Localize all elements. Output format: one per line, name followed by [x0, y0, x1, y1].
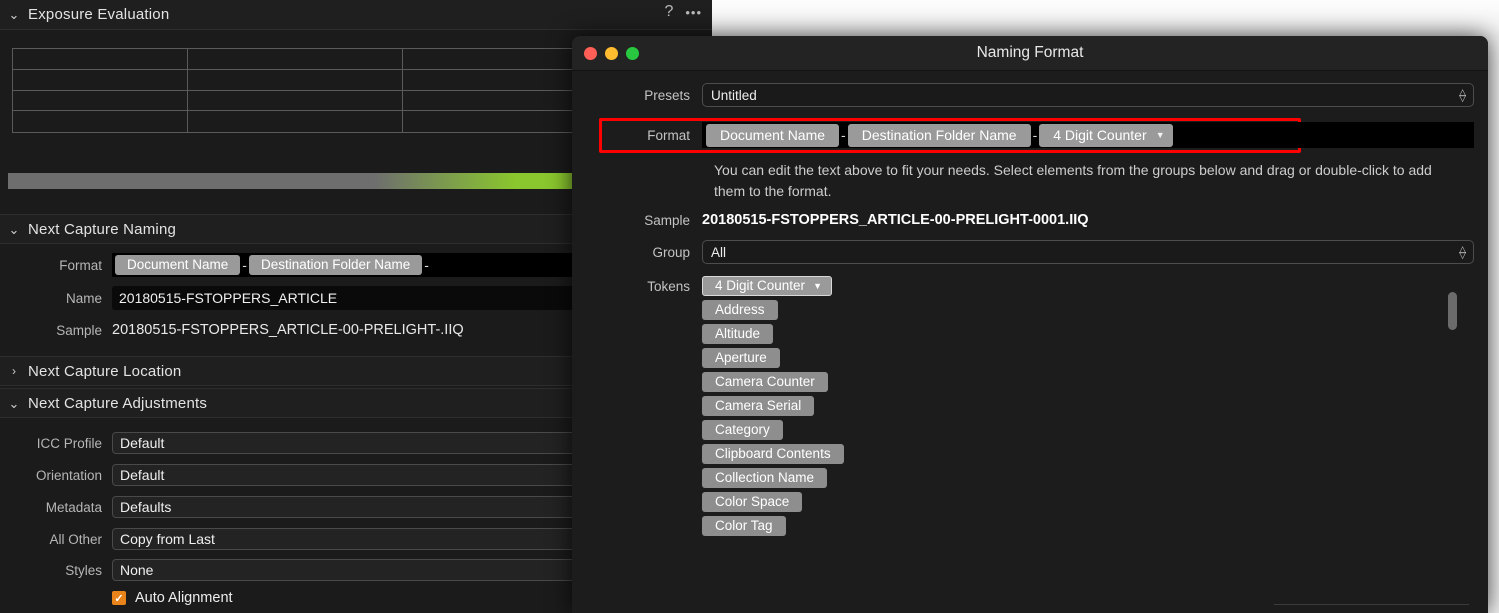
- naming-format-dialog: Naming Format Presets Untitled △ ▽ Format…: [572, 36, 1488, 613]
- sample-row: Sample 20180515-FSTOPPERS_ARTICLE-00-PRE…: [572, 212, 1488, 228]
- token-item[interactable]: Collection Name: [702, 468, 828, 488]
- format-separator: -: [424, 257, 429, 273]
- token-item[interactable]: Clipboard Contents: [702, 444, 844, 464]
- token-item-label: Color Space: [715, 494, 790, 509]
- token-item-label: Camera Serial: [715, 398, 802, 413]
- presets-row: Presets Untitled △ ▽: [572, 83, 1488, 107]
- auto-alignment-checkbox[interactable]: ✓: [112, 591, 126, 605]
- tokens-scrollbar-thumb[interactable]: [1448, 292, 1457, 330]
- section-title: Next Capture Location: [28, 362, 182, 380]
- token-item[interactable]: Category: [702, 420, 783, 440]
- format-separator: -: [841, 127, 846, 143]
- group-label: Group: [652, 244, 690, 260]
- format-separator: -: [1032, 127, 1038, 143]
- format-token-destination-folder-name[interactable]: Destination Folder Name: [847, 123, 1031, 147]
- token-item[interactable]: 4 Digit Counter ▼: [702, 276, 833, 296]
- chevron-down-icon: ⌄: [8, 7, 20, 22]
- auto-alignment-label: Auto Alignment: [135, 590, 233, 606]
- all-other-label: All Other: [49, 531, 102, 547]
- sample-value: 20180515-FSTOPPERS_ARTICLE-00-PRELIGHT-0…: [702, 212, 1089, 228]
- token-item[interactable]: Address: [702, 300, 778, 320]
- styles-label: Styles: [65, 562, 102, 578]
- token-item-label: Aperture: [715, 350, 767, 365]
- tokens-row: Tokens 4 Digit Counter ▼ Address Altitude Ap…: [572, 276, 1488, 536]
- token-item-label: Address: [715, 302, 765, 317]
- format-token-document-name[interactable]: Document Name: [706, 123, 840, 147]
- format-help-text: You can edit the text above to fit your …: [714, 162, 1432, 199]
- dialog-title: Naming Format: [976, 44, 1084, 61]
- token-item-label: Color Tag: [715, 518, 773, 533]
- format-token-document-name[interactable]: Document Name: [115, 255, 241, 275]
- icc-profile-label: ICC Profile: [36, 435, 102, 451]
- token-item-label: Camera Counter: [715, 374, 815, 389]
- token-item-label: Clipboard Contents: [715, 446, 831, 461]
- panel-header-icons: ? •••: [664, 3, 702, 21]
- tokens-label: Tokens: [647, 279, 690, 294]
- group-select[interactable]: All △ ▽: [702, 240, 1474, 264]
- token-item-label: Altitude: [715, 326, 761, 341]
- token-item[interactable]: Color Space: [702, 492, 803, 512]
- format-label: Format: [647, 127, 690, 143]
- section-title: Next Capture Adjustments: [28, 394, 208, 412]
- chevron-down-icon: ⌄: [8, 221, 20, 237]
- group-value: All: [711, 244, 727, 260]
- orientation-label: Orientation: [35, 467, 102, 483]
- metadata-label: Metadata: [45, 499, 102, 515]
- more-options-icon[interactable]: •••: [685, 5, 702, 20]
- chevron-down-icon[interactable]: ▼: [1156, 130, 1165, 140]
- format-row: Format Document Name - Destination Folde…: [572, 122, 1488, 148]
- chevron-right-icon: ›: [12, 364, 16, 378]
- token-item-label: Collection Name: [715, 470, 815, 485]
- screen: ⌄ Exposure Evaluation ? ••• ⌄ Next Captu…: [0, 0, 1499, 613]
- format-token-label: 4 Digit Counter: [1053, 126, 1147, 143]
- presets-select[interactable]: Untitled △ ▽: [702, 83, 1474, 107]
- token-item[interactable]: Altitude: [702, 324, 774, 344]
- presets-label: Presets: [644, 87, 690, 103]
- section-title: Exposure Evaluation: [28, 6, 170, 23]
- format-token-destination-folder-name[interactable]: Destination Folder Name: [248, 255, 423, 275]
- stepper-icon[interactable]: △ ▽: [1459, 245, 1466, 260]
- format-editor[interactable]: Document Name - Destination Folder Name …: [702, 122, 1474, 148]
- chevron-down-icon[interactable]: ▼: [813, 281, 822, 291]
- tokens-scrollbar[interactable]: [1448, 284, 1457, 574]
- naming-sample-value: 20180515-FSTOPPERS_ARTICLE-00-PRELIGHT-.…: [112, 322, 464, 338]
- token-item[interactable]: Camera Serial: [702, 396, 815, 416]
- token-item[interactable]: Aperture: [702, 348, 780, 368]
- section-header-exposure-evaluation[interactable]: ⌄ Exposure Evaluation: [0, 0, 712, 30]
- chevron-down-icon: ⌄: [8, 395, 20, 411]
- background-window-top: [712, 0, 1499, 38]
- sample-label: Sample: [644, 212, 690, 228]
- token-item-label: Category: [715, 422, 770, 437]
- section-title: Next Capture Naming: [28, 220, 177, 238]
- token-item-label: 4 Digit Counter: [715, 278, 806, 293]
- dialog-titlebar[interactable]: Naming Format: [572, 36, 1488, 71]
- format-token-4-digit-counter[interactable]: 4 Digit Counter ▼: [1039, 123, 1173, 147]
- naming-name-label: Name: [65, 290, 102, 306]
- token-item[interactable]: Color Tag: [702, 516, 786, 536]
- stepper-icon[interactable]: △ ▽: [1459, 88, 1466, 103]
- token-item[interactable]: Camera Counter: [702, 372, 828, 392]
- tokens-list: 4 Digit Counter ▼ Address Altitude Aperture C…: [702, 276, 1474, 536]
- format-separator: -: [242, 257, 247, 273]
- tokens-list-divider: [1274, 604, 1469, 605]
- naming-format-label: Format: [59, 257, 102, 273]
- group-row: Group All △ ▽: [572, 240, 1488, 264]
- naming-sample-label: Sample: [56, 322, 102, 338]
- presets-value: Untitled: [711, 87, 757, 103]
- help-icon[interactable]: ?: [664, 3, 673, 21]
